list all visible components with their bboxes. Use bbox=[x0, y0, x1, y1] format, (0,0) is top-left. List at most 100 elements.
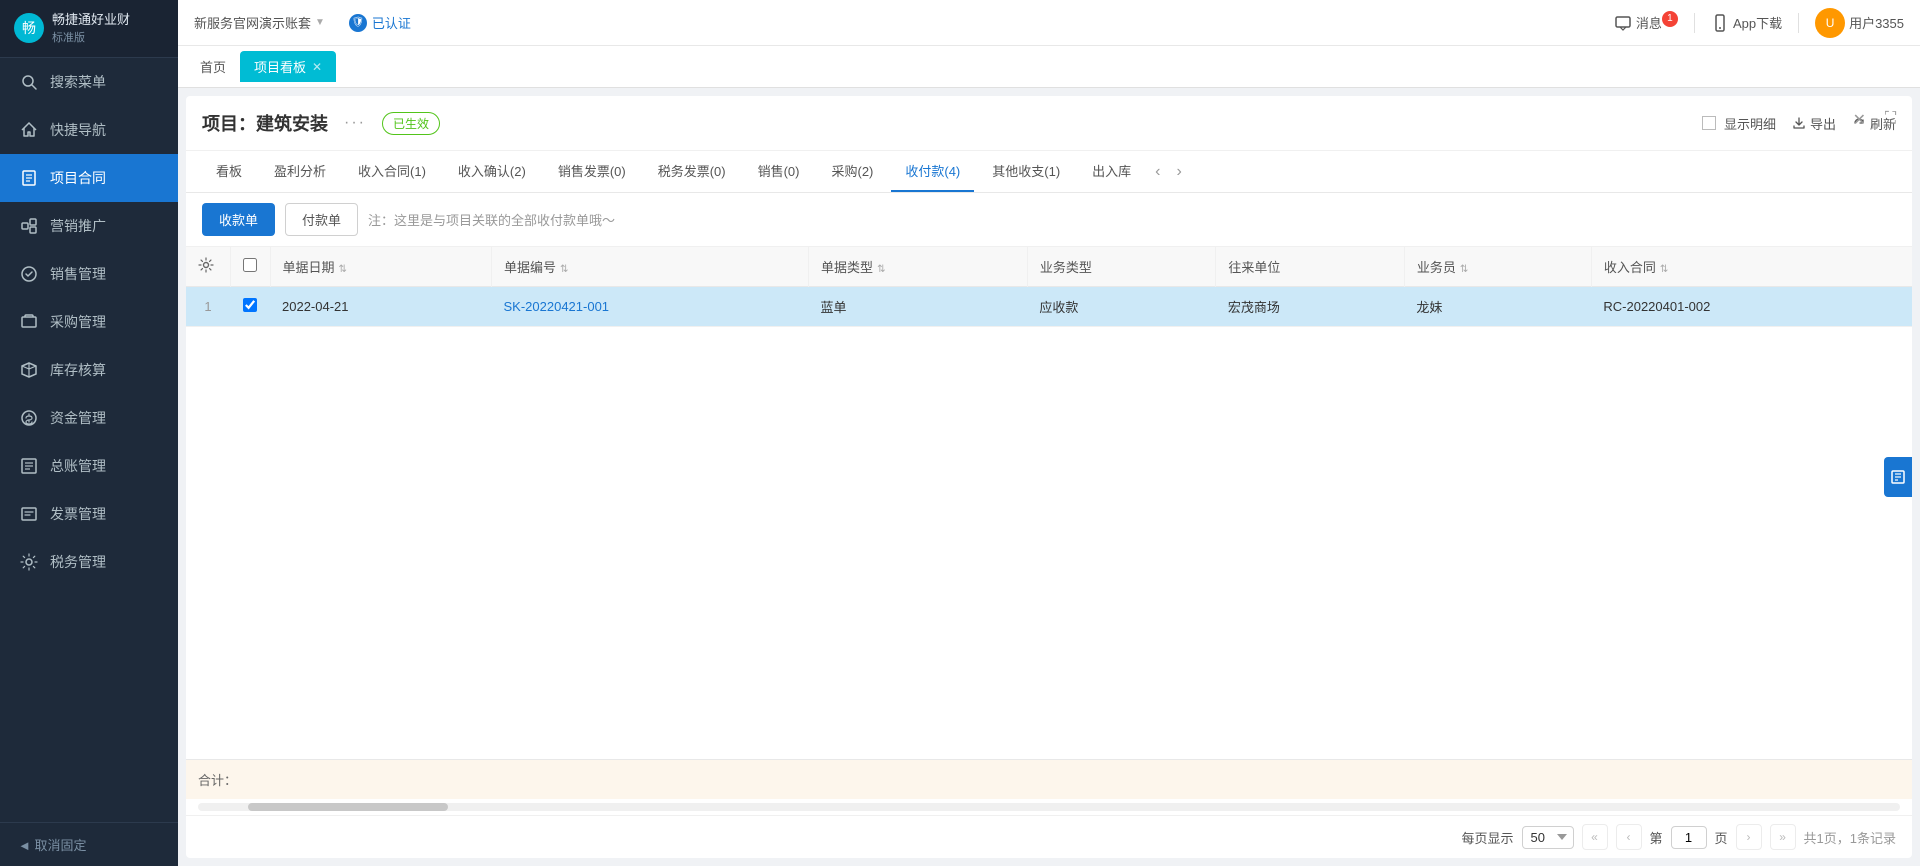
td-number-link[interactable]: SK-20220421-001 bbox=[504, 299, 610, 314]
tax-icon bbox=[18, 551, 40, 573]
subtab-profit[interactable]: 盈利分析 bbox=[260, 151, 340, 192]
subtab-prev-arrow[interactable]: ‹ bbox=[1149, 163, 1166, 181]
sort-contract-icon: ⇅ bbox=[1660, 264, 1668, 275]
sidebar-item-tax[interactable]: 税务管理 bbox=[0, 538, 178, 586]
td-number[interactable]: SK-20220421-001 bbox=[492, 287, 809, 327]
subtab-sales[interactable]: 销售(0) bbox=[744, 151, 814, 192]
subtab-purchase[interactable]: 采购(2) bbox=[817, 151, 887, 192]
last-page-button[interactable]: » bbox=[1770, 824, 1796, 850]
app-download-button[interactable]: App下载 bbox=[1711, 13, 1782, 32]
page-total: 共1页，1条记录 bbox=[1804, 828, 1896, 847]
sidebar-item-purchase[interactable]: 采购管理 bbox=[0, 298, 178, 346]
th-date[interactable]: 单据日期⇅ bbox=[270, 247, 492, 287]
th-biz-type[interactable]: 业务类型 bbox=[1027, 247, 1216, 287]
subtab-sales-invoice[interactable]: 销售发票(0) bbox=[544, 151, 640, 192]
sidebar-item-ledger-label: 总账管理 bbox=[50, 456, 106, 476]
th-checkbox[interactable] bbox=[230, 247, 270, 287]
sidebar-item-invoice-label: 发票管理 bbox=[50, 504, 106, 524]
gear-icon[interactable] bbox=[198, 257, 214, 273]
content-expand-button[interactable]: ⛶ bbox=[1885, 110, 1896, 128]
row-checkbox[interactable] bbox=[243, 298, 257, 312]
sidebar-item-contract[interactable]: 项目合同 bbox=[0, 154, 178, 202]
sidebar-item-purchase-label: 采购管理 bbox=[50, 312, 106, 332]
prev-page-button[interactable]: ‹ bbox=[1616, 824, 1642, 850]
subtab-other[interactable]: 其他收支(1) bbox=[978, 151, 1074, 192]
scrollbar-track[interactable] bbox=[198, 803, 1900, 811]
page-size-select[interactable]: 50 10 20 100 bbox=[1522, 826, 1574, 849]
export-button[interactable]: 导出 bbox=[1792, 114, 1836, 133]
sidebar-item-ledger[interactable]: 总账管理 bbox=[0, 442, 178, 490]
th-partner[interactable]: 往来单位 bbox=[1216, 247, 1405, 287]
horizontal-scrollbar[interactable] bbox=[186, 799, 1912, 815]
show-detail-button[interactable]: 显示明细 bbox=[1702, 114, 1776, 133]
show-detail-checkbox[interactable] bbox=[1702, 116, 1716, 130]
cert-label: 已认证 bbox=[372, 13, 411, 32]
table-row[interactable]: 1 2022-04-21 SK-20220421-001 蓝单 应收款 宏茂商场… bbox=[186, 287, 1912, 327]
th-number[interactable]: 单据编号⇅ bbox=[492, 247, 809, 287]
side-action-button[interactable] bbox=[1884, 457, 1912, 497]
logo-text: 畅捷通好业财 bbox=[52, 12, 130, 29]
content-panel: 项目：建筑安装 ··· 已生效 显示明细 导出 刷新 ✕ ⛶ bbox=[186, 96, 1912, 858]
payment-filter-button[interactable]: 付款单 bbox=[285, 203, 358, 236]
sidebar-item-capital-label: 资金管理 bbox=[50, 408, 106, 428]
table-footer: 合计： bbox=[186, 759, 1912, 799]
next-page-button[interactable]: › bbox=[1736, 824, 1762, 850]
sidebar-item-search-label: 搜索菜单 bbox=[50, 72, 106, 92]
th-type[interactable]: 单据类型⇅ bbox=[809, 247, 1028, 287]
td-row-num: 1 bbox=[186, 287, 230, 327]
sort-number-icon: ⇅ bbox=[560, 264, 568, 275]
tab-project-board[interactable]: 项目看板 ✕ bbox=[240, 51, 336, 82]
shield-icon: 🛡 bbox=[349, 14, 367, 32]
message-button[interactable]: 消息 1 bbox=[1614, 13, 1678, 32]
sub-tabs: 看板 盈利分析 收入合同(1) 收入确认(2) 销售发票(0) 税务发票(0) … bbox=[186, 151, 1912, 193]
sidebar-item-quick[interactable]: 快捷导航 bbox=[0, 106, 178, 154]
sidebar-item-invoice[interactable]: 发票管理 bbox=[0, 490, 178, 538]
th-salesman[interactable]: 业务员⇅ bbox=[1404, 247, 1591, 287]
th-settings[interactable] bbox=[186, 247, 230, 287]
sidebar-logo: 畅 畅捷通好业财 标准版 bbox=[0, 0, 178, 58]
project-more-button[interactable]: ··· bbox=[344, 114, 366, 132]
td-type: 蓝单 bbox=[809, 287, 1028, 327]
account-name: 新服务官网演示账套 bbox=[194, 13, 311, 32]
sidebar-item-search[interactable]: 搜索菜单 bbox=[0, 58, 178, 106]
message-icon bbox=[1614, 14, 1632, 32]
unpin-button[interactable]: ◄ 取消固定 bbox=[0, 822, 178, 866]
sales-icon bbox=[18, 263, 40, 285]
subtab-kanban[interactable]: 看板 bbox=[202, 151, 256, 192]
project-header: 项目：建筑安装 ··· 已生效 显示明细 导出 刷新 ✕ ⛶ bbox=[186, 96, 1912, 151]
scrollbar-thumb[interactable] bbox=[248, 803, 448, 811]
subtab-payment[interactable]: 收付款(4) bbox=[891, 151, 974, 192]
receipt-filter-button[interactable]: 收款单 bbox=[202, 203, 275, 236]
filter-bar: 收款单 付款单 注：这里是与项目关联的全部收付款单哦～ bbox=[186, 193, 1912, 247]
select-all-checkbox[interactable] bbox=[243, 258, 257, 272]
subtab-inout[interactable]: 出入库 bbox=[1078, 151, 1145, 192]
tab-close-icon[interactable]: ✕ bbox=[312, 60, 322, 74]
inventory-icon bbox=[18, 359, 40, 381]
chevron-down-icon: ▼ bbox=[315, 17, 325, 28]
main-area: 新服务官网演示账套 ▼ 🛡 已认证 消息 1 App下载 U 用户3355 bbox=[178, 0, 1920, 866]
subtab-income-confirm[interactable]: 收入确认(2) bbox=[444, 151, 540, 192]
page-number-input[interactable] bbox=[1671, 826, 1707, 849]
purchase-icon bbox=[18, 311, 40, 333]
first-page-button[interactable]: « bbox=[1582, 824, 1608, 850]
contract-icon bbox=[18, 167, 40, 189]
divider bbox=[1694, 13, 1695, 33]
topbar: 新服务官网演示账套 ▼ 🛡 已认证 消息 1 App下载 U 用户3355 bbox=[178, 0, 1920, 46]
tab-home[interactable]: 首页 bbox=[190, 51, 236, 82]
th-contract[interactable]: 收入合同⇅ bbox=[1591, 247, 1912, 287]
sidebar-item-capital[interactable]: 资金管理 bbox=[0, 394, 178, 442]
sidebar-item-inventory[interactable]: 库存核算 bbox=[0, 346, 178, 394]
content-close-button[interactable]: ✕ bbox=[1853, 110, 1866, 130]
subtab-tax-invoice[interactable]: 税务发票(0) bbox=[644, 151, 740, 192]
sidebar-item-marketing[interactable]: 营销推广 bbox=[0, 202, 178, 250]
sort-salesman-icon: ⇅ bbox=[1460, 264, 1468, 275]
user-button[interactable]: U 用户3355 bbox=[1815, 8, 1904, 38]
subtab-next-arrow[interactable]: › bbox=[1171, 163, 1188, 181]
account-selector[interactable]: 新服务官网演示账套 ▼ bbox=[194, 13, 329, 32]
filter-note: 注：这里是与项目关联的全部收付款单哦～ bbox=[368, 210, 615, 229]
sidebar-item-sales[interactable]: 销售管理 bbox=[0, 250, 178, 298]
td-checkbox[interactable] bbox=[230, 287, 270, 327]
subtab-income-contract[interactable]: 收入合同(1) bbox=[344, 151, 440, 192]
user-label: 用户3355 bbox=[1849, 13, 1904, 32]
tabs-bar: 首页 项目看板 ✕ bbox=[178, 46, 1920, 88]
